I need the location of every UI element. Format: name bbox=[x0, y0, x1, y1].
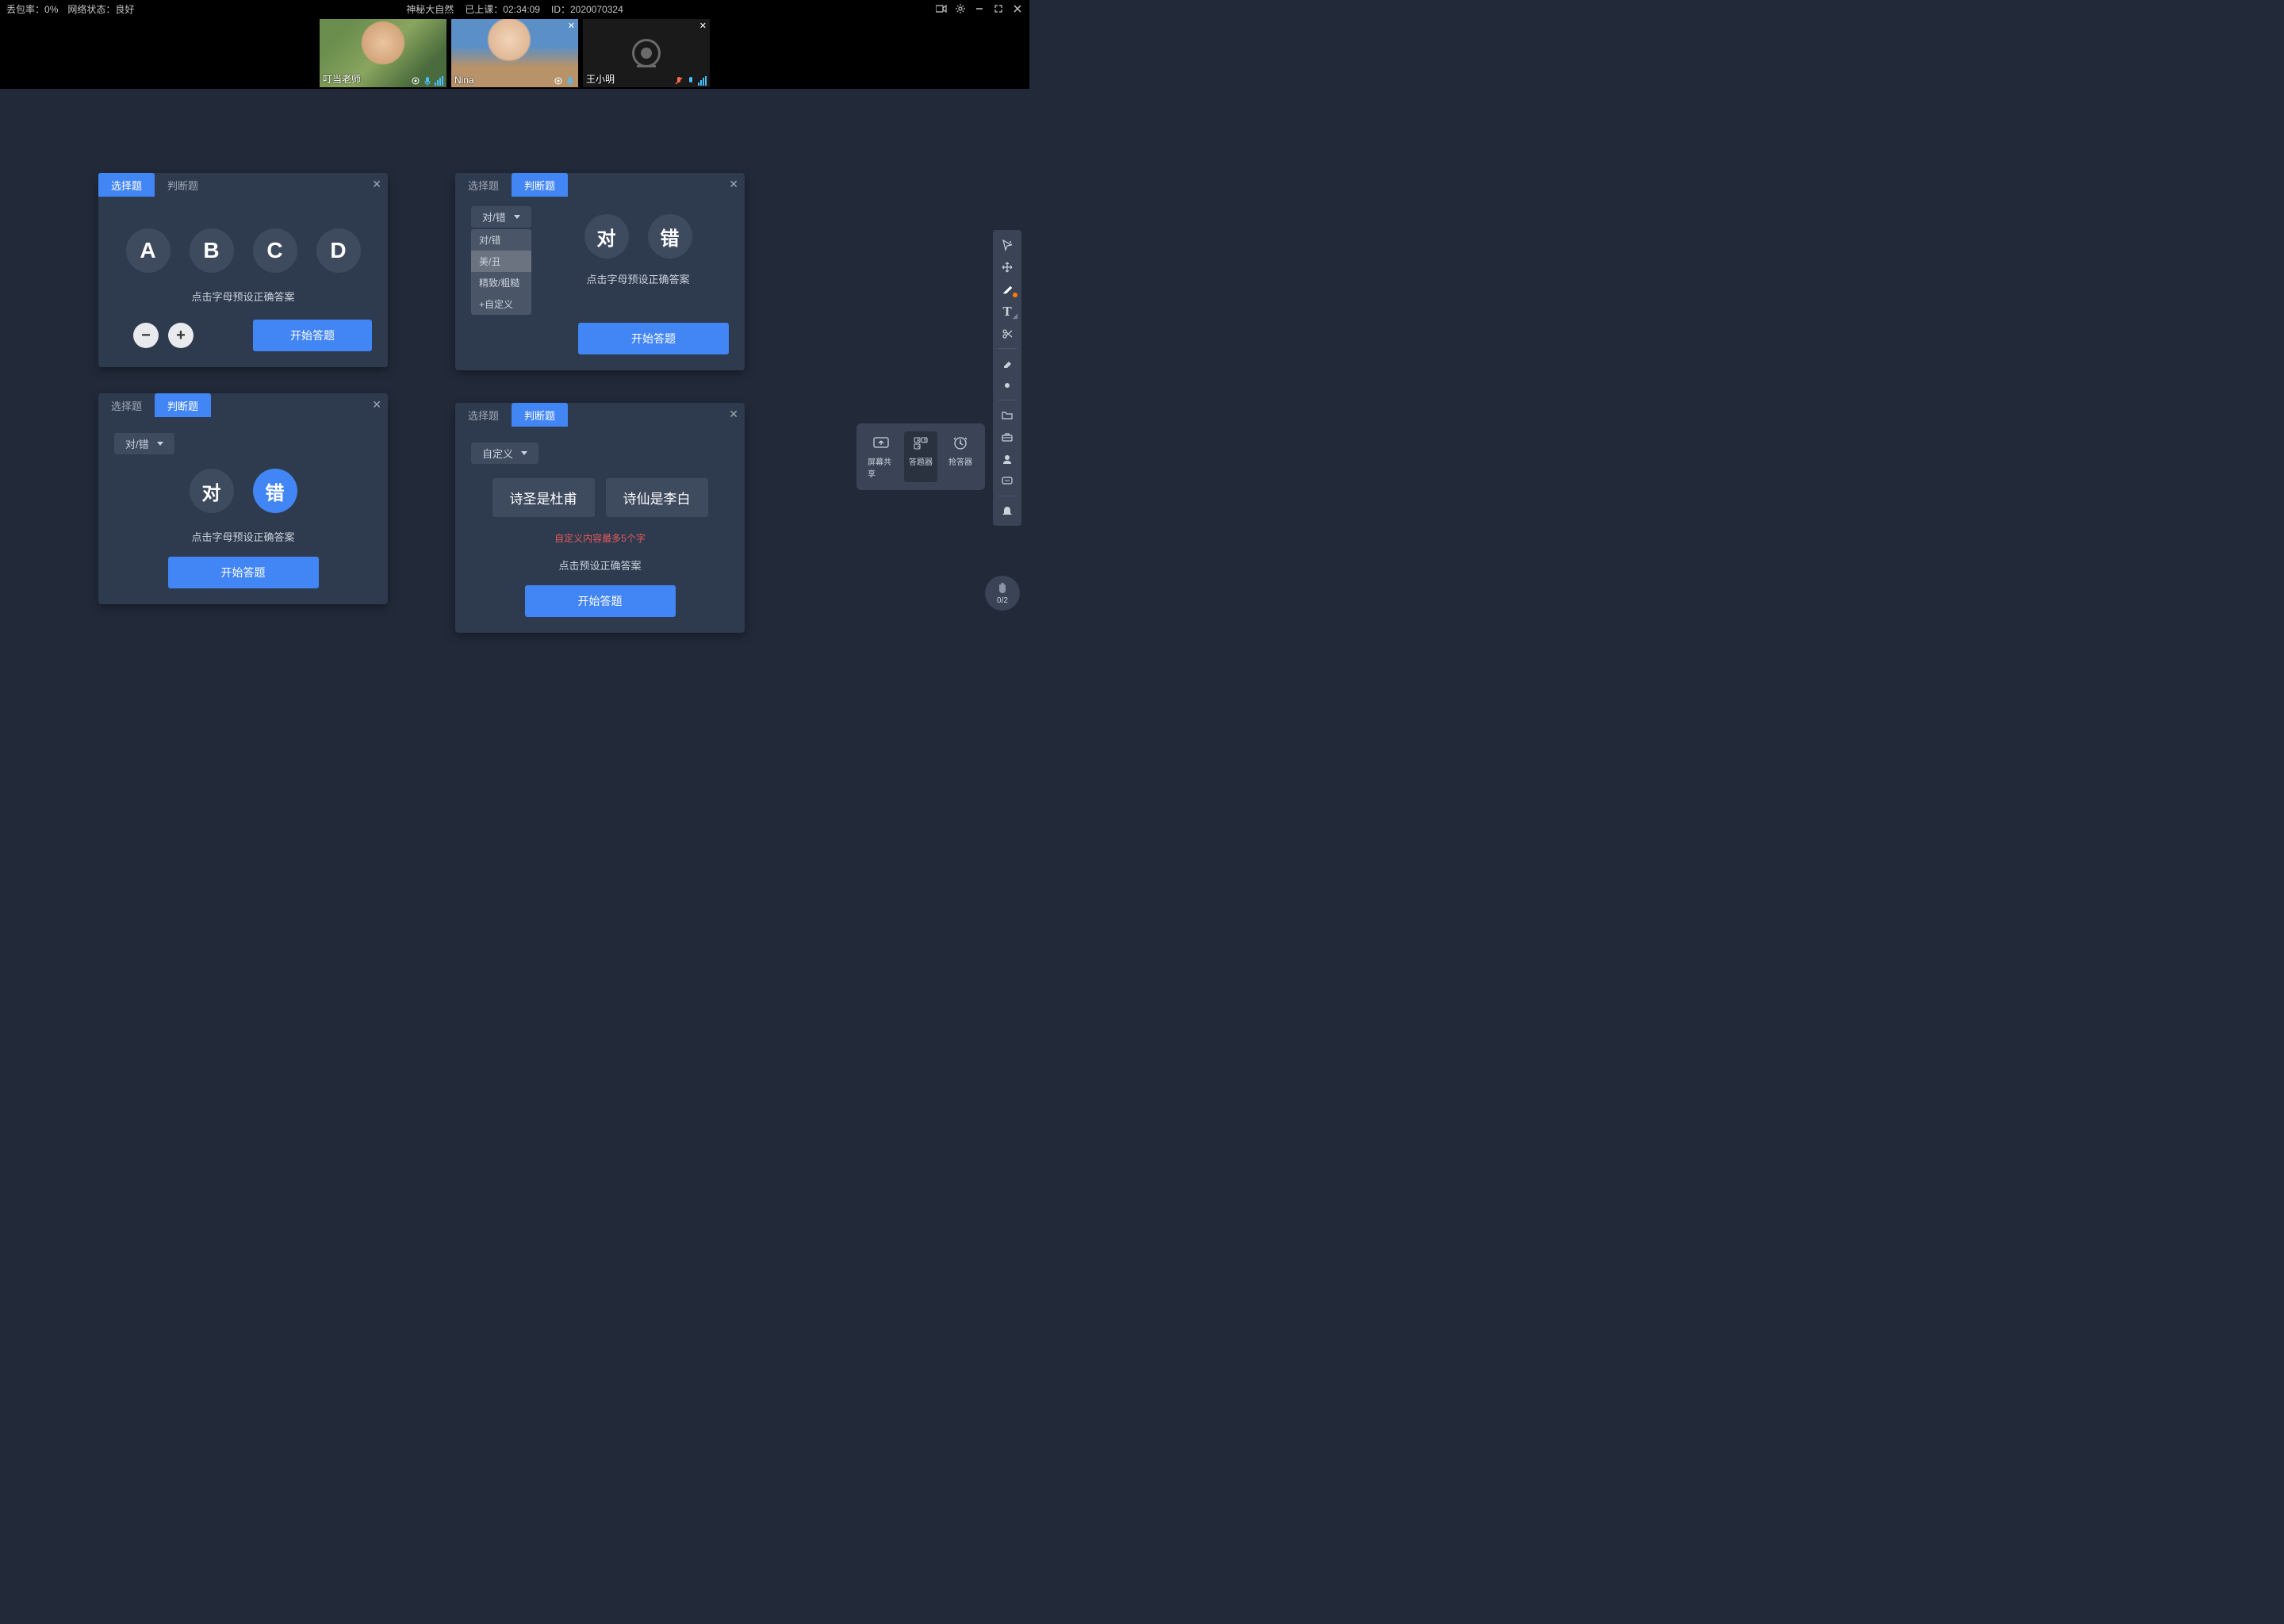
buzzer-button[interactable]: 抢答器 bbox=[944, 431, 977, 482]
bell-icon[interactable] bbox=[996, 500, 1018, 521]
fp-label: 抢答器 bbox=[948, 455, 972, 467]
tab-choice[interactable]: 选择题 bbox=[98, 393, 155, 417]
fp-label: 答题器 bbox=[909, 455, 933, 467]
eraser-icon[interactable] bbox=[996, 353, 1018, 373]
mic-muted-icon bbox=[674, 76, 684, 86]
start-button[interactable]: 开始答题 bbox=[578, 323, 729, 354]
maximize-icon[interactable] bbox=[993, 3, 1004, 14]
tab-judge[interactable]: 判断题 bbox=[155, 393, 211, 417]
plus-button[interactable]: + bbox=[168, 323, 194, 348]
move-icon[interactable] bbox=[996, 257, 1018, 278]
hand-icon bbox=[995, 581, 1010, 596]
tile-close-icon[interactable]: ✕ bbox=[568, 21, 575, 31]
type-dropdown[interactable]: 自定义 bbox=[471, 442, 538, 464]
warning-text: 自定义内容最多5个字 bbox=[471, 531, 729, 545]
dropdown-item[interactable]: 精致/粗糙 bbox=[471, 272, 531, 293]
fp-label: 屏幕共享 bbox=[868, 455, 895, 479]
start-button[interactable]: 开始答题 bbox=[168, 557, 319, 588]
pen-icon[interactable] bbox=[996, 279, 1018, 300]
video-tile-student-1[interactable]: ✕ Nina bbox=[451, 19, 578, 87]
close-icon[interactable] bbox=[1012, 3, 1023, 14]
video-tile-student-2[interactable]: ✕ 王小明 bbox=[583, 19, 710, 87]
hint-text: 点击预设正确答案 bbox=[471, 557, 729, 573]
tab-choice[interactable]: 选择题 bbox=[98, 173, 155, 197]
scissors-icon[interactable] bbox=[996, 324, 1018, 344]
tab-judge[interactable]: 判断题 bbox=[155, 173, 211, 197]
folder-icon[interactable] bbox=[996, 404, 1018, 425]
close-icon[interactable]: ✕ bbox=[729, 408, 738, 421]
dropdown-item[interactable]: 美/丑 bbox=[471, 251, 531, 272]
tab-choice[interactable]: 选择题 bbox=[455, 403, 512, 427]
right-toolbar: T◢ bbox=[993, 230, 1021, 526]
close-icon[interactable]: ✕ bbox=[372, 178, 381, 191]
option-a[interactable]: A bbox=[126, 228, 171, 273]
camera-toggle-icon[interactable] bbox=[936, 3, 947, 14]
close-icon[interactable]: ✕ bbox=[372, 398, 381, 412]
minimize-icon[interactable] bbox=[974, 3, 985, 14]
tile-name: 叮当老师 bbox=[323, 72, 361, 86]
target-icon bbox=[554, 76, 563, 86]
tile-name: Nina bbox=[454, 75, 474, 86]
video-tile-teacher[interactable]: 叮当老师 bbox=[320, 19, 446, 87]
option-true[interactable]: 对 bbox=[584, 214, 629, 259]
dropdown-menu: 对/错 美/丑 精致/粗糙 +自定义 bbox=[471, 229, 531, 315]
option-false[interactable]: 错 bbox=[253, 469, 297, 513]
svg-text:✕: ✕ bbox=[917, 445, 920, 450]
camera-off-icon bbox=[632, 39, 661, 67]
mic-icon bbox=[423, 76, 432, 86]
class-title: 神秘大自然 bbox=[406, 2, 454, 16]
tab-choice[interactable]: 选择题 bbox=[455, 173, 512, 197]
tab-judge[interactable]: 判断题 bbox=[512, 403, 568, 427]
screen-share-button[interactable]: 屏幕共享 bbox=[864, 431, 898, 482]
toolbox-icon[interactable] bbox=[996, 427, 1018, 447]
tile-close-icon[interactable]: ✕ bbox=[699, 21, 707, 31]
dropdown-item[interactable]: +自定义 bbox=[471, 293, 531, 315]
close-icon[interactable]: ✕ bbox=[729, 178, 738, 191]
quiz-panel-choice[interactable]: 选择题 判断题 ✕ A B C D 点击字母预设正确答案 − + 开始答题 bbox=[98, 173, 388, 367]
option-false[interactable]: 错 bbox=[648, 214, 692, 259]
mic-icon bbox=[686, 76, 696, 86]
video-strip: 叮当老师 ✕ Nina ✕ 王小明 bbox=[0, 17, 1029, 89]
tab-judge[interactable]: 判断题 bbox=[512, 173, 568, 197]
hint-text: 点击字母预设正确答案 bbox=[114, 289, 372, 304]
minus-button[interactable]: − bbox=[133, 323, 159, 348]
hint-text: 点击字母预设正确答案 bbox=[114, 529, 372, 544]
quiz-panel-judge-selected[interactable]: 选择题 判断题 ✕ 对/错 对 错 点击字母预设正确答案 开始答题 bbox=[98, 393, 388, 604]
toolbox-popup: 屏幕共享 AB✕ 答题器 抢答器 bbox=[856, 423, 985, 490]
answer-tool-button[interactable]: AB✕ 答题器 bbox=[904, 431, 937, 482]
target-icon bbox=[411, 76, 420, 86]
top-bar: 丢包率：0% 网络状态：良好 神秘大自然 已上课：02:34:09 ID：202… bbox=[0, 0, 1029, 17]
pointer-icon[interactable] bbox=[996, 235, 1018, 255]
type-dropdown[interactable]: 对/错 bbox=[471, 206, 531, 228]
packet-loss: 丢包率：0% bbox=[6, 2, 58, 16]
raise-hand-button[interactable]: 0/2 bbox=[985, 576, 1020, 611]
chat-icon[interactable] bbox=[996, 471, 1018, 492]
start-button[interactable]: 开始答题 bbox=[525, 585, 676, 617]
start-button[interactable]: 开始答题 bbox=[253, 320, 372, 351]
settings-icon[interactable] bbox=[955, 3, 966, 14]
volume-bars bbox=[435, 76, 443, 86]
custom-option-1[interactable]: 诗圣是杜甫 bbox=[492, 478, 595, 517]
option-c[interactable]: C bbox=[253, 228, 297, 273]
session-id: ID：2020070324 bbox=[551, 2, 623, 16]
quiz-panel-custom[interactable]: 选择题 判断题 ✕ 自定义 诗圣是杜甫 诗仙是李白 自定义内容最多5个字 点击预… bbox=[455, 403, 745, 633]
dot-icon[interactable] bbox=[996, 375, 1018, 396]
hand-count: 0/2 bbox=[997, 596, 1008, 605]
type-dropdown[interactable]: 对/错 bbox=[114, 433, 174, 454]
text-icon[interactable]: T◢ bbox=[996, 301, 1018, 322]
quiz-panel-judge-dropdown[interactable]: 选择题 判断题 ✕ 对/错 对/错 美/丑 精致/粗糙 +自定义 对 错 点击字… bbox=[455, 173, 745, 370]
option-b[interactable]: B bbox=[190, 228, 234, 273]
option-true[interactable]: 对 bbox=[190, 469, 234, 513]
dropdown-item[interactable]: 对/错 bbox=[471, 229, 531, 251]
class-time: 已上课：02:34:09 bbox=[465, 2, 540, 16]
volume-bars bbox=[698, 76, 707, 86]
mic-icon bbox=[565, 76, 575, 86]
hint-text: 点击字母预设正确答案 bbox=[547, 271, 729, 286]
option-d[interactable]: D bbox=[316, 228, 361, 273]
tile-name: 王小明 bbox=[586, 72, 615, 86]
custom-option-2[interactable]: 诗仙是李白 bbox=[606, 478, 708, 517]
user-icon[interactable] bbox=[996, 449, 1018, 469]
network-status: 网络状态：良好 bbox=[67, 2, 134, 16]
